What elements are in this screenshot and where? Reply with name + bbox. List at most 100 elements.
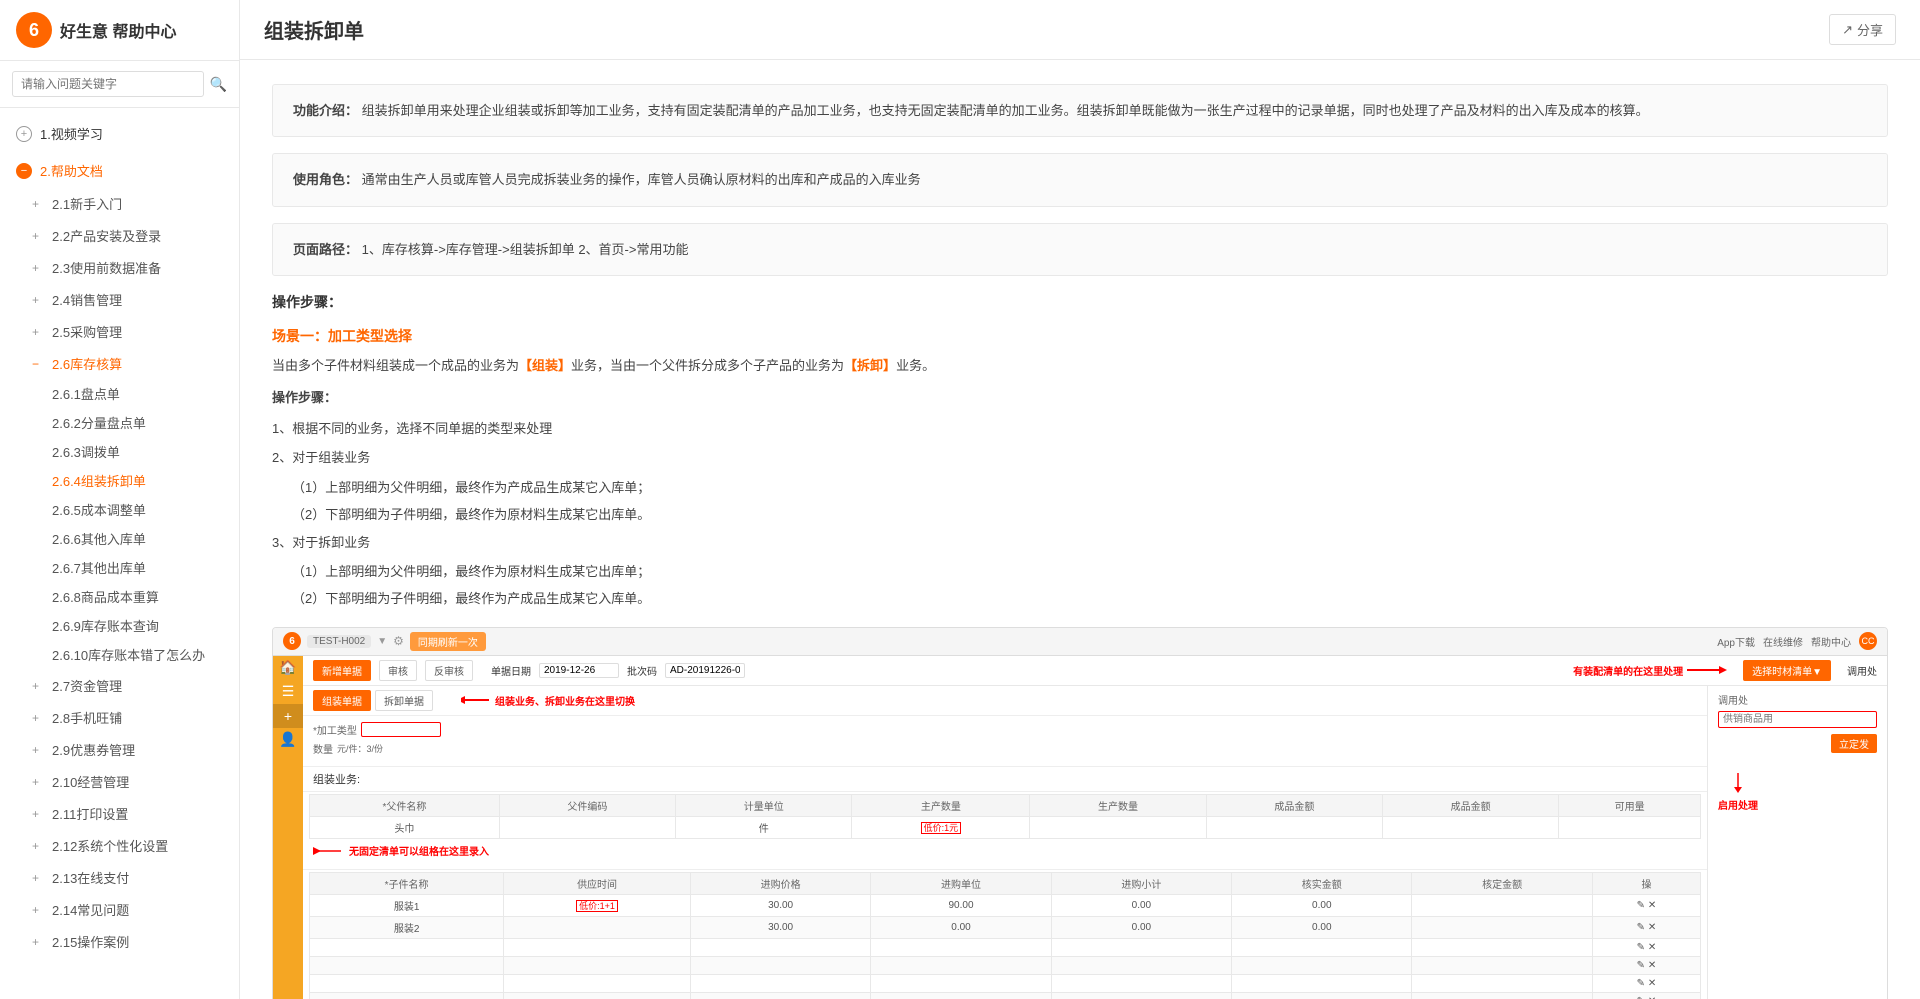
- sidebar-item-2-6-1[interactable]: 2.6.1盘点单: [36, 379, 239, 408]
- sidebar-item-2-12[interactable]: + 2.12系统个性化设置: [16, 830, 239, 861]
- sidebar-item-2-5[interactable]: + 2.5采购管理: [16, 316, 239, 347]
- mock-right-input[interactable]: [1718, 711, 1877, 728]
- nav-sub-group-2.12: + 2.12系统个性化设置: [16, 830, 239, 861]
- sidebar-item-2-6-7[interactable]: 2.6.7其他出库单: [36, 553, 239, 582]
- mock-date-input[interactable]: [539, 663, 619, 678]
- mock-add-btn[interactable]: 新增单据: [313, 660, 371, 681]
- mock-upper-cell-unit: 件: [676, 816, 852, 838]
- nav-item-label: 2.8手机旺铺: [52, 708, 122, 727]
- mock-disassemble-tab[interactable]: 拆卸单据: [375, 690, 433, 711]
- sidebar-item-2-6-8[interactable]: 2.6.8商品成本重算: [36, 582, 239, 611]
- sidebar-nav: + 1.视频学习 − 2.帮助文档 + 2.1新手入门: [0, 108, 239, 999]
- share-button[interactable]: ↗ 分享: [1829, 14, 1896, 45]
- scene1-ops: 操作步骤：: [272, 386, 1888, 409]
- mock-th-fcode: 父件编码: [499, 794, 675, 816]
- mock-audit-btn[interactable]: 审核: [379, 660, 417, 681]
- sidebar-item-2-8[interactable]: + 2.8手机旺铺: [16, 702, 239, 733]
- search-button[interactable]: 🔍: [210, 76, 227, 93]
- expand-icon-2.11: +: [32, 807, 46, 821]
- mock-topbar: 6 TEST-H002 ▼ ⚙ 同期刷新一次 App下载 在线维修 帮助中心 C…: [273, 628, 1887, 656]
- nav-sub-group-2.1: + 2.1新手入门: [16, 188, 239, 219]
- mock-left-nav: 🏠 ☰ + 👤: [273, 656, 303, 999]
- step-2-sub-2: （2）下部明细为子件明细，最终作为原材料生成某它出库单。: [292, 503, 1888, 526]
- sidebar-item-label: 2.帮助文档: [40, 161, 103, 180]
- mock-settings-icon: ⚙: [393, 634, 404, 648]
- sidebar-item-2-3[interactable]: + 2.3使用前数据准备: [16, 252, 239, 283]
- mock-screen: 6 TEST-H002 ▼ ⚙ 同期刷新一次 App下载 在线维修 帮助中心 C…: [273, 628, 1887, 999]
- nav-sub-group-2.14: + 2.14常见问题: [16, 894, 239, 925]
- step-3: 3、对于拆卸业务: [272, 531, 1888, 554]
- annotation-lower-text: 无固定清单可以组格在这里录入: [349, 843, 489, 858]
- sidebar-item-2-6-9[interactable]: 2.6.9库存账本查询: [36, 611, 239, 640]
- sidebar-search-area: 🔍: [0, 61, 239, 108]
- step-2: 2、对于组装业务: [272, 446, 1888, 469]
- mock-right-confirm-btn[interactable]: 立定发: [1831, 734, 1877, 753]
- sidebar-item-2-11[interactable]: + 2.11打印设置: [16, 798, 239, 829]
- annotation-arrow-right: [1718, 773, 1758, 793]
- mock-mid-area: 组装单据 拆卸单据 组装业务、拆卸业务在这里切换: [303, 686, 1887, 999]
- nav-sub-group-2.15: + 2.15操作案例: [16, 926, 239, 957]
- expand-icon-2.2: +: [32, 229, 46, 243]
- main-content: 功能介绍： 组装拆卸单用来处理企业组装或拆卸等加工业务，支持有固定装配清单的产品…: [240, 60, 1920, 999]
- mock-refresh-button[interactable]: 同期刷新一次: [410, 632, 486, 651]
- role-box: 使用角色： 通常由生产人员或库管人员完成拆装业务的操作，库管人员确认原材料的出库…: [272, 153, 1888, 206]
- sidebar-item-video[interactable]: + 1.视频学习: [0, 116, 239, 151]
- sidebar-item-2-9[interactable]: + 2.9优惠券管理: [16, 734, 239, 765]
- search-input[interactable]: [12, 71, 204, 97]
- mock-nav-plus[interactable]: +: [273, 704, 303, 728]
- mock-nav-home[interactable]: 🏠: [273, 656, 303, 680]
- mock-topbar-help: 帮助中心: [1811, 634, 1851, 649]
- path-text: 1、库存核算->库存管理->组装拆卸单 2、首页->常用功能: [362, 242, 689, 257]
- mock-lrow-2-t5: 0.00: [1232, 916, 1412, 938]
- sidebar-item-2-13[interactable]: + 2.13在线支付: [16, 862, 239, 893]
- sidebar-item-2-6-3[interactable]: 2.6.3调拨单: [36, 437, 239, 466]
- scene1-desc-text: 当由多个子件材料组装成一个成品的业务为【组装】业务，当由一个父件拆分成多个子产品…: [272, 358, 935, 373]
- mock-upper-cell-amt2: [1382, 816, 1558, 838]
- app-title: 好生意 帮助中心: [60, 18, 176, 42]
- mock-type-input[interactable]: [361, 722, 441, 737]
- sidebar-item-2-6[interactable]: − 2.6库存核算: [16, 348, 239, 379]
- sidebar-item-2-6-5[interactable]: 2.6.5成本调整单: [36, 495, 239, 524]
- expand-icon-2.6: −: [32, 357, 46, 371]
- mock-lrow-2-t1: [504, 916, 691, 938]
- mock-lth-3: 进购单位: [871, 872, 1051, 894]
- sidebar-item-2-4[interactable]: + 2.4销售管理: [16, 284, 239, 315]
- mock-find-btn[interactable]: 选择时材清单▼: [1743, 660, 1831, 681]
- mock-reverse-btn[interactable]: 反审核: [425, 660, 473, 681]
- mock-right-panel: 调用处 立定发: [1707, 686, 1887, 999]
- expand-icon-2.10: +: [32, 775, 46, 789]
- mock-count-label: 数量: [313, 741, 333, 756]
- annotation-right-text: 启用处理: [1718, 797, 1758, 812]
- mock-upper-cell-name: 头巾: [310, 816, 500, 838]
- expand-icon-2.15: +: [32, 935, 46, 949]
- mock-assemble-tab[interactable]: 组装单据: [313, 690, 371, 711]
- mock-lrow-1-t1: 低价:1+1: [504, 894, 691, 916]
- mock-lth-4: 进购小计: [1051, 872, 1231, 894]
- sidebar-item-2-1[interactable]: + 2.1新手入门: [16, 188, 239, 219]
- sidebar-item-2-7[interactable]: + 2.7资金管理: [16, 670, 239, 701]
- sidebar-item-docs[interactable]: − 2.帮助文档: [0, 153, 239, 188]
- mock-type-label: *加工类型: [313, 722, 357, 737]
- nav-item-label: 2.4销售管理: [52, 290, 122, 309]
- sidebar-item-2-6-2[interactable]: 2.6.2分量盘点单: [36, 408, 239, 437]
- sidebar-item-2-6-4[interactable]: 2.6.4组装拆卸单: [36, 466, 239, 495]
- mock-upper-cell-avail: [1559, 816, 1701, 838]
- annotation-right: 启用处理: [1718, 773, 1877, 812]
- ops-title: 操作步骤：: [272, 292, 1888, 312]
- sidebar-item-2-6-10[interactable]: 2.6.10库存账本错了怎么办: [36, 640, 239, 669]
- mock-upper-cell-code: [499, 816, 675, 838]
- mock-test-id: TEST-H002: [307, 635, 371, 648]
- mock-batchno-input[interactable]: [665, 663, 745, 678]
- nav-expand-icon-1: +: [16, 126, 32, 142]
- sidebar-item-2-14[interactable]: + 2.14常见问题: [16, 894, 239, 925]
- mock-nav-user[interactable]: 👤: [273, 728, 303, 752]
- sidebar-item-2-2[interactable]: + 2.2产品安装及登录: [16, 220, 239, 251]
- sidebar-item-2-15[interactable]: + 2.15操作案例: [16, 926, 239, 957]
- sidebar-item-2-10[interactable]: + 2.10经营管理: [16, 766, 239, 797]
- mock-lrow-1-t2: 30.00: [690, 894, 870, 916]
- step-list: 1、根据不同的业务，选择不同单据的类型来处理 2、对于组装业务 （1）上部明细为…: [272, 417, 1888, 611]
- sidebar-item-2-6-6[interactable]: 2.6.6其他入库单: [36, 524, 239, 553]
- mock-topbar-right: App下载 在线维修 帮助中心 CC: [1717, 632, 1877, 650]
- nav-item-label: 2.6库存核算: [52, 354, 122, 373]
- mock-nav-list[interactable]: ☰: [273, 680, 303, 704]
